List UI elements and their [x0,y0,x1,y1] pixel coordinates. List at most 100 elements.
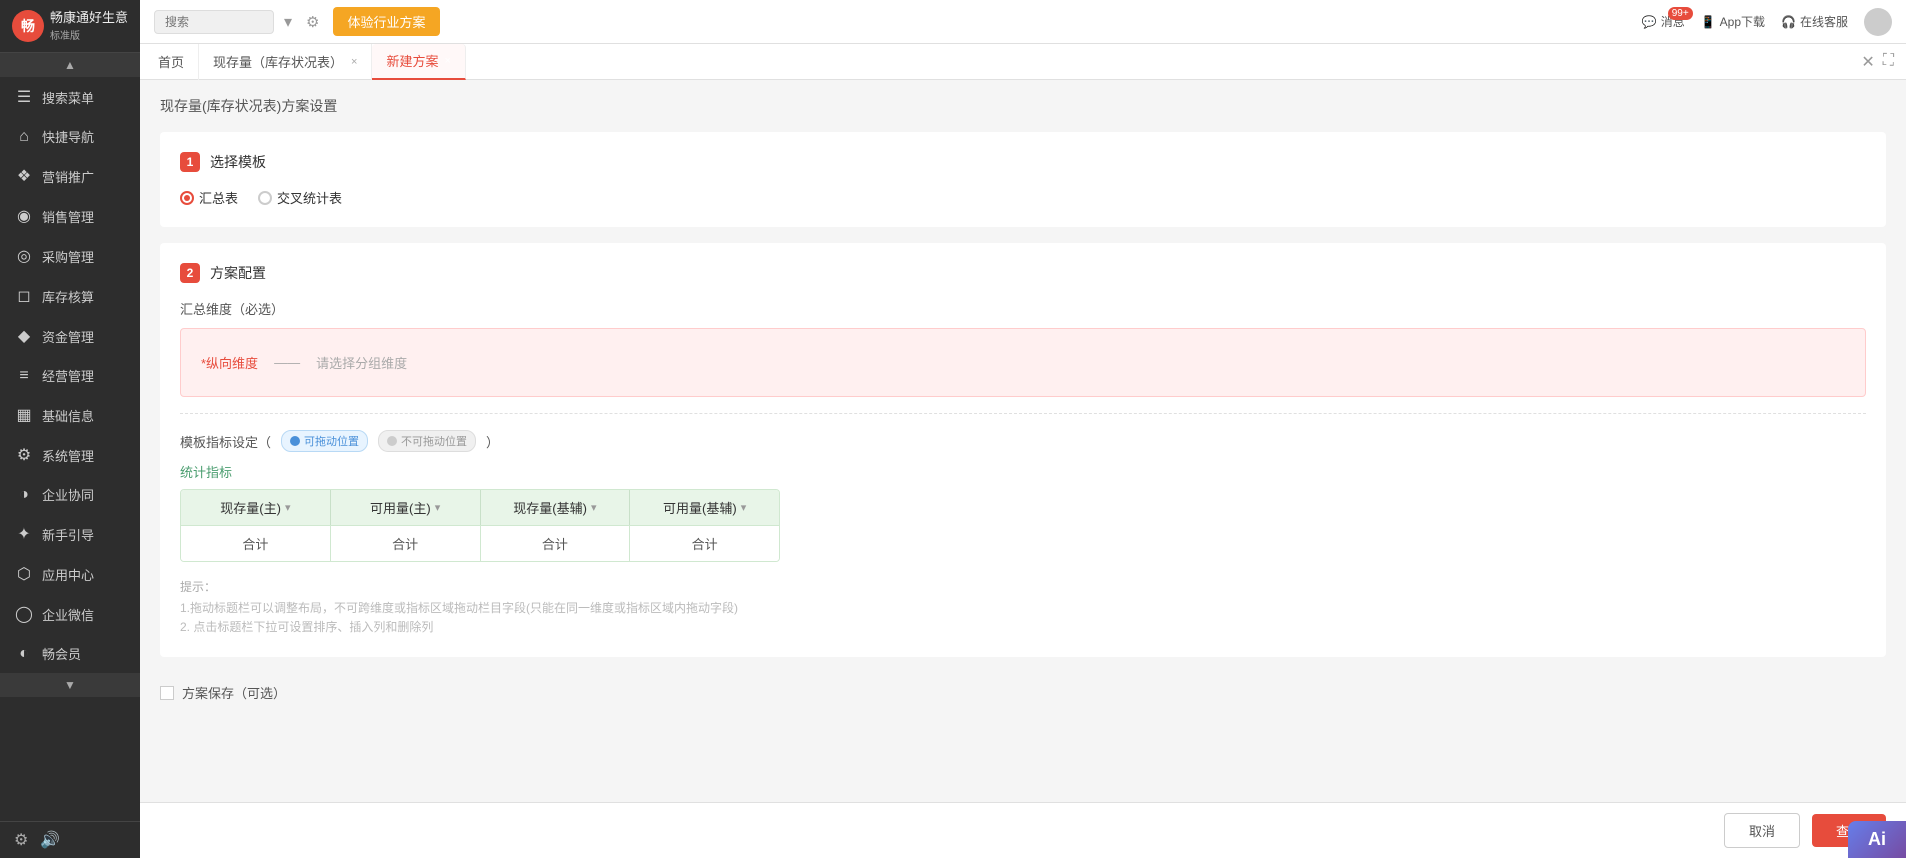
sidebar-item-purchase[interactable]: ◎ 采购管理 [0,236,140,276]
radio-summary-dot [180,191,194,205]
inventory-icon: ◻ [14,286,34,306]
ai-badge[interactable]: Ai [1848,821,1906,858]
basic-info-icon: ▦ [14,405,34,425]
avatar[interactable] [1864,8,1892,36]
tab-inventory-label: 现存量（库存状况表） [213,52,343,71]
chevron-down-icon-3: ▾ [741,501,747,514]
step2-header: 2 方案配置 [180,263,1866,283]
sidebar-item-label: 库存核算 [42,287,94,306]
member-icon: ◐ [14,645,34,663]
sidebar-item-marketing[interactable]: ❖ 营销推广 [0,156,140,196]
topbar-right: 💬 消息 99+ 📱 App下载 🎧 在线客服 [1642,8,1892,36]
finance-icon: ◆ [14,326,34,346]
stats-col-0-label: 现存量(主) [220,498,281,517]
stats-col-0[interactable]: 现存量(主) ▾ [181,490,331,525]
step1-header: 1 选择模板 [180,152,1866,172]
sidebar-item-member[interactable]: ◐ 畅会员 [0,634,140,673]
topbar-gear-icon[interactable]: ⚙ [306,13,319,31]
sidebar-item-search-menu[interactable]: ☰ 搜索菜单 [0,77,140,117]
save-checkbox[interactable] [160,686,174,700]
step2-card: 2 方案配置 汇总维度（必选） *纵向维度 —— 请选择分组维度 模板指标设定（… [160,243,1886,657]
tab-home[interactable]: 首页 [144,44,199,80]
radio-cross[interactable]: 交叉统计表 [258,188,342,207]
sidebar-item-guide[interactable]: ✦ 新手引导 [0,514,140,554]
tab-new-scheme[interactable]: 新建方案 × [372,44,465,80]
sidebar-item-label: 营销推广 [42,167,94,186]
expand-tab-btn[interactable]: ⛶ [1883,52,1894,72]
indicator-close-text: ） [486,432,499,451]
radio-cross-dot [258,191,272,205]
step2-num: 2 [180,263,200,283]
radio-cross-label: 交叉统计表 [277,188,342,207]
drag-dot [290,436,300,446]
online-service-btn[interactable]: 🎧 在线客服 [1781,13,1848,30]
guide-icon: ✦ [14,524,34,544]
app-download-btn[interactable]: 📱 App下载 [1701,13,1765,30]
radio-summary[interactable]: 汇总表 [180,188,238,207]
sidebar-item-inventory[interactable]: ◻ 库存核算 [0,276,140,316]
sidebar-item-basic-info[interactable]: ▦ 基础信息 [0,395,140,435]
sidebar-item-operations[interactable]: ≡ 经营管理 [0,356,140,395]
industry-btn[interactable]: 体验行业方案 [333,7,439,36]
tab-inventory[interactable]: 现存量（库存状况表） × [199,44,372,80]
tips-item-1: 2. 点击标题栏下拉可设置排序、插入列和删除列 [180,618,1866,635]
search-input[interactable] [154,10,274,34]
indicator-label-text: 模板指标设定（ [180,432,271,451]
sidebar-item-apps[interactable]: ⬡ 应用中心 [0,554,140,594]
logo-text: 畅康通好生意 标准版 [50,10,128,42]
sidebar-scroll-down[interactable]: ▼ [0,673,140,697]
sidebar-item-enterprise[interactable]: ◑ 企业协同 [0,475,140,514]
sidebar-footer: ⚙ 🔊 [0,821,140,858]
sidebar-item-system[interactable]: ⚙ 系统管理 [0,435,140,475]
main-area: ▾ ⚙ 体验行业方案 💬 消息 99+ 📱 App下载 🎧 在线客服 首页 [140,0,1906,858]
stats-col-1[interactable]: 可用量(主) ▾ [331,490,481,525]
stats-col-3-label: 可用量(基辅) [663,498,737,517]
dropdown-icon[interactable]: ▾ [284,12,292,32]
page-title: 现存量(库存状况表)方案设置 [160,96,1886,116]
sidebar-item-sales[interactable]: ◉ 销售管理 [0,196,140,236]
sidebar-scroll-up[interactable]: ▲ [0,53,140,77]
tab-home-label: 首页 [158,52,184,71]
no-drag-badge: 不可拖动位置 [378,430,476,452]
dim-placeholder-text: 请选择分组维度 [316,353,407,372]
footer-bar: 取消 查询 [140,802,1906,858]
chevron-down-icon-2: ▾ [591,501,597,514]
drag-badge-label: 可拖动位置 [304,433,359,449]
sidebar-item-label: 采购管理 [42,247,94,266]
tab-new-scheme-label: 新建方案 [386,51,438,70]
tips-title: 提示： [180,578,1866,595]
app-download-label: App下载 [1720,13,1765,30]
sidebar-logo: 畅 畅康通好生意 标准版 [0,0,140,53]
stats-col-1-label: 可用量(主) [370,498,431,517]
template-radio-group: 汇总表 交叉统计表 [180,188,1866,207]
apps-icon: ⬡ [14,564,34,584]
stats-header-row: 现存量(主) ▾ 可用量(主) ▾ 现存量(基辅) ▾ 可用量(基辅) ▾ [181,490,779,525]
step1-card: 1 选择模板 汇总表 交叉统计表 [160,132,1886,227]
stats-data-row: 合计 合计 合计 合计 [181,525,779,561]
stats-cell-0: 合计 [181,526,331,561]
step2-title: 方案配置 [210,263,266,283]
close-tab-btn[interactable]: ✕ [1861,52,1874,72]
content-area: 现存量(库存状况表)方案设置 1 选择模板 汇总表 交叉统计表 2 [140,80,1906,802]
stats-cell-1: 合计 [331,526,481,561]
volume-icon[interactable]: 🔊 [40,830,60,850]
sidebar-item-label: 系统管理 [42,446,94,465]
messages-btn[interactable]: 💬 消息 99+ [1642,13,1685,30]
tab-new-scheme-close[interactable]: × [444,55,450,67]
sidebar-item-finance[interactable]: ◆ 资金管理 [0,316,140,356]
save-area: 方案保存（可选） [160,673,1886,712]
dim-required-text: *纵向维度 [201,353,258,372]
stats-col-3[interactable]: 可用量(基辅) ▾ [630,490,779,525]
tips-item-0: 1.拖动标题栏可以调整布局，不可跨维度或指标区域拖动栏目字段(只能在同一维度或指… [180,599,1866,616]
sidebar-item-wechat[interactable]: ◯ 企业微信 [0,594,140,634]
settings-icon[interactable]: ⚙ [14,830,28,850]
stats-col-2-label: 现存量(基辅) [513,498,587,517]
stats-col-2[interactable]: 现存量(基辅) ▾ [481,490,631,525]
cancel-button[interactable]: 取消 [1724,813,1800,848]
tab-inventory-close[interactable]: × [351,56,357,68]
logo-icon: 畅 [12,10,44,42]
sidebar-item-label: 企业微信 [42,605,94,624]
divider1 [180,413,1866,414]
sidebar-item-quick-nav[interactable]: ⌂ 快捷导航 [0,117,140,156]
drag-badge: 可拖动位置 [281,430,368,452]
